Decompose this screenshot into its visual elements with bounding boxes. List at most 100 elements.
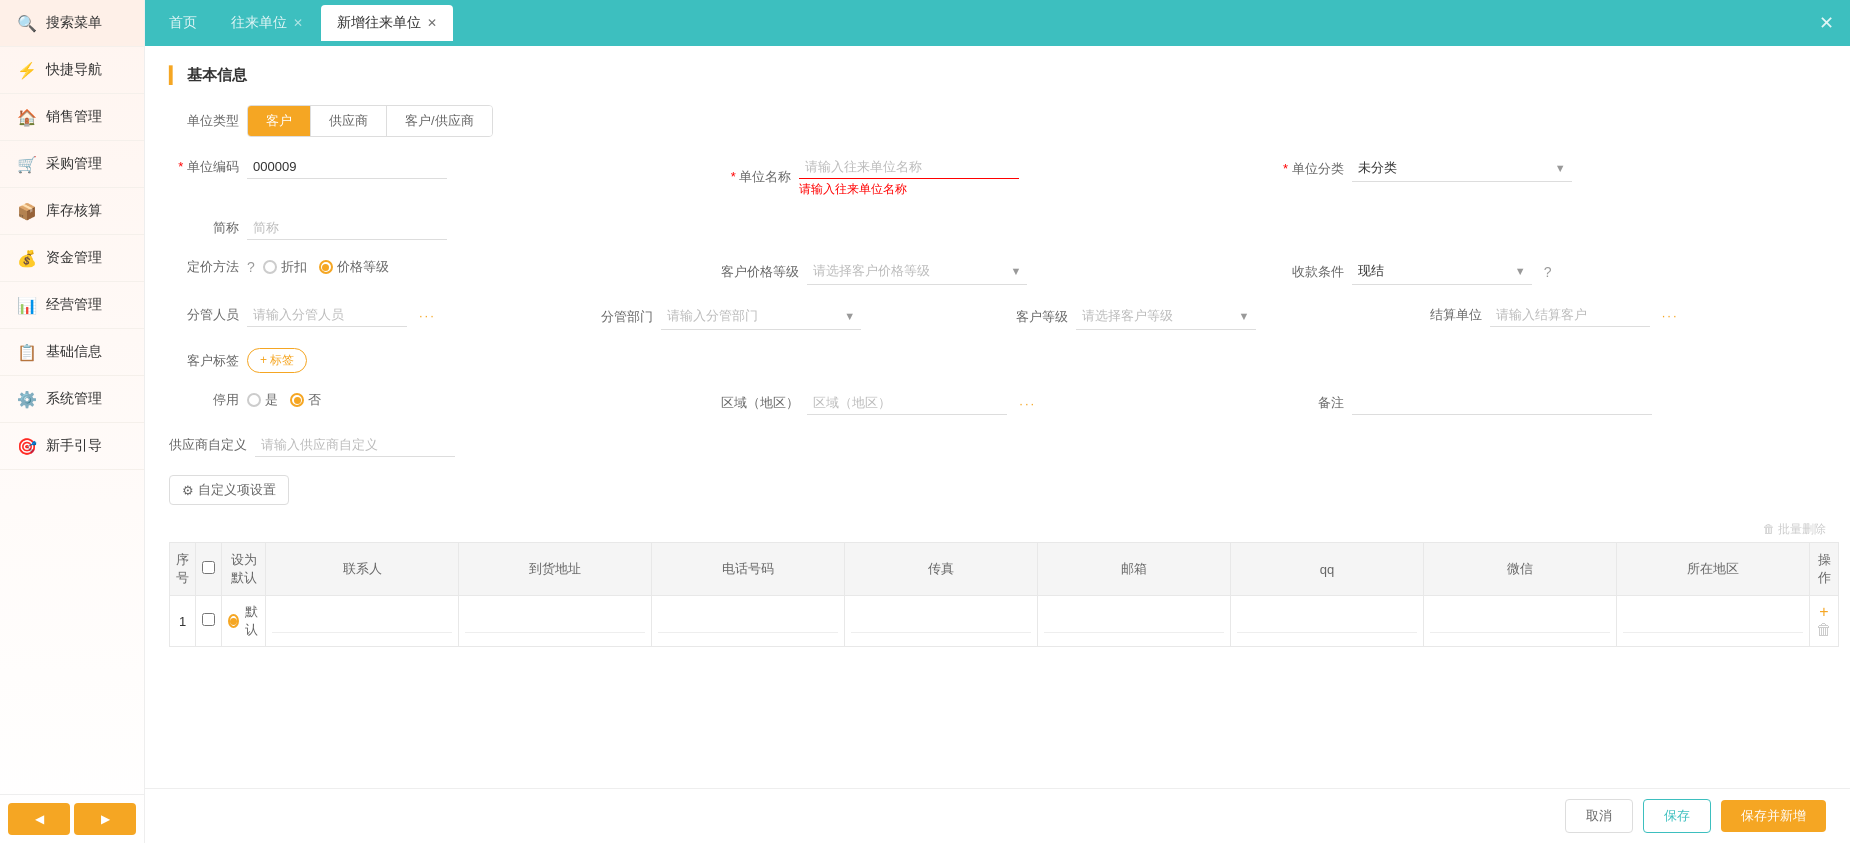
pricing-method-label: 定价方法 [169, 258, 239, 276]
type-btn-supplier[interactable]: 供应商 [311, 106, 387, 136]
manager-dots[interactable]: ··· [415, 308, 440, 323]
cell-qq[interactable] [1231, 596, 1424, 647]
qq-input[interactable] [1237, 609, 1417, 633]
default-radio[interactable]: 默认 [228, 603, 259, 639]
manager-input[interactable] [247, 303, 407, 327]
sidebar-item-sales[interactable]: 🏠 销售管理 [0, 94, 144, 141]
sidebar-item-operations[interactable]: 📊 经营管理 [0, 282, 144, 329]
batch-delete-text[interactable]: 🗑 批量删除 [169, 521, 1826, 538]
cell-seq: 1 [170, 596, 196, 647]
fax-input[interactable] [851, 609, 1031, 633]
unit-code-input[interactable] [247, 155, 447, 179]
tab-home[interactable]: 首页 [153, 5, 213, 41]
unit-name-input[interactable] [799, 155, 1019, 179]
disabled-no-radio[interactable]: 否 [290, 391, 321, 409]
tab-bar-close-button[interactable]: ✕ [1811, 12, 1842, 34]
cell-email[interactable] [1038, 596, 1231, 647]
unit-code-row: 单位编码 单位名称 请输入往来单位名称 单位分类 未分类 ▼ [169, 155, 1826, 198]
unit-category-value: 未分类 [1358, 159, 1397, 177]
cell-checkbox[interactable] [196, 596, 222, 647]
save-button[interactable]: 保存 [1643, 799, 1711, 833]
email-input[interactable] [1044, 609, 1224, 633]
pricing-help-icon[interactable]: ? [247, 259, 255, 275]
sidebar-bottom-btn2[interactable]: ▶ [74, 803, 136, 835]
sidebar-item-system[interactable]: ⚙️ 系统管理 [0, 376, 144, 423]
customer-level-select[interactable]: 请选择客户等级 ▼ [1076, 303, 1256, 330]
cell-phone[interactable] [652, 596, 845, 647]
type-btn-customer[interactable]: 客户 [248, 106, 311, 136]
select-all-checkbox[interactable] [202, 561, 215, 574]
tab-partner[interactable]: 往来单位 ✕ [215, 5, 319, 41]
pricing-discount-radio[interactable]: 折扣 [263, 258, 307, 276]
tab-partner-label: 往来单位 [231, 14, 287, 32]
disabled-no-label: 否 [308, 391, 321, 409]
sidebar-bottom-btn1[interactable]: ◀ [8, 803, 70, 835]
region-input[interactable] [807, 391, 1007, 415]
sidebar-item-finance[interactable]: 💰 资金管理 [0, 235, 144, 282]
main-area: 首页 往来单位 ✕ 新增往来单位 ✕ ✕ ▎ 基本信息 单位类型 客户 供应商 … [145, 0, 1850, 843]
payment-terms-field: 收款条件 现结 ▼ ? [1274, 258, 1826, 285]
department-field: 分管部门 请输入分管部门 ▼ [583, 303, 997, 330]
customer-price-level-field: 客户价格等级 请选择客户价格等级 ▼ [721, 258, 1273, 285]
wechat-input[interactable] [1430, 609, 1610, 633]
col-phone: 电话号码 [652, 543, 845, 596]
disabled-radio-group: 是 否 [247, 391, 321, 409]
short-name-input[interactable] [247, 216, 447, 240]
disabled-yes-radio[interactable]: 是 [247, 391, 278, 409]
settlement-unit-input[interactable] [1490, 303, 1650, 327]
region-table-input[interactable] [1623, 609, 1803, 633]
supplier-custom-input[interactable] [255, 433, 455, 457]
sidebar-item-purchase[interactable]: 🛒 采购管理 [0, 141, 144, 188]
inventory-icon: 📦 [16, 200, 38, 222]
cell-default[interactable]: 默认 [222, 596, 266, 647]
col-checkbox[interactable] [196, 543, 222, 596]
sidebar-item-guide[interactable]: 🎯 新手引导 [0, 423, 144, 470]
delete-row-button[interactable]: 🗑 [1816, 621, 1832, 639]
sidebar-item-quicknav[interactable]: ⚡ 快捷导航 [0, 47, 144, 94]
row-checkbox[interactable] [202, 613, 215, 626]
address-input[interactable] [465, 609, 645, 633]
col-qq: qq [1231, 543, 1424, 596]
sidebar-item-search[interactable]: 🔍 搜索菜单 [0, 0, 144, 47]
unit-name-wrapper: 请输入往来单位名称 [799, 155, 1273, 198]
add-tag-button[interactable]: + 标签 [247, 348, 307, 373]
cell-fax[interactable] [845, 596, 1038, 647]
disabled-yes-label: 是 [265, 391, 278, 409]
contacts-table: 序号 设为默认 联系人 到货地址 电话号码 传真 邮箱 qq 微信 所在地区 操… [169, 542, 1839, 647]
custom-settings-label: 自定义项设置 [198, 481, 276, 499]
pricing-radio-group: 折扣 价格等级 [263, 258, 389, 276]
department-select[interactable]: 请输入分管部门 ▼ [661, 303, 861, 330]
phone-input[interactable] [658, 609, 838, 633]
tab-new-partner-close[interactable]: ✕ [427, 16, 437, 30]
customer-price-level-label: 客户价格等级 [721, 263, 799, 281]
save-new-button[interactable]: 保存并新增 [1721, 800, 1826, 832]
payment-terms-select[interactable]: 现结 ▼ [1352, 258, 1532, 285]
customer-level-field: 客户等级 请选择客户等级 ▼ [998, 303, 1412, 330]
cell-address[interactable] [459, 596, 652, 647]
pricing-discount-circle [263, 260, 277, 274]
pricing-level-radio[interactable]: 价格等级 [319, 258, 389, 276]
custom-settings-button[interactable]: ⚙ 自定义项设置 [169, 475, 289, 505]
cancel-button[interactable]: 取消 [1565, 799, 1633, 833]
payment-help-icon[interactable]: ? [1544, 264, 1552, 280]
col-region: 所在地区 [1617, 543, 1810, 596]
remarks-input[interactable] [1352, 391, 1652, 415]
sidebar-item-basic[interactable]: 📋 基础信息 [0, 329, 144, 376]
customer-price-level-select[interactable]: 请选择客户价格等级 ▼ [807, 258, 1027, 285]
contact-input[interactable] [272, 609, 452, 633]
type-btn-both[interactable]: 客户/供应商 [387, 106, 492, 136]
sidebar-item-inventory[interactable]: 📦 库存核算 [0, 188, 144, 235]
cell-region[interactable] [1617, 596, 1810, 647]
unit-category-select[interactable]: 未分类 ▼ [1352, 155, 1572, 182]
cell-contact[interactable] [266, 596, 459, 647]
table-header: 序号 设为默认 联系人 到货地址 电话号码 传真 邮箱 qq 微信 所在地区 操… [170, 543, 1839, 596]
unit-name-inner [799, 155, 1273, 179]
add-row-button[interactable]: + [1819, 603, 1828, 621]
region-dots[interactable]: ··· [1015, 396, 1040, 411]
sidebar-label-quicknav: 快捷导航 [46, 61, 102, 79]
cell-wechat[interactable] [1424, 596, 1617, 647]
tab-partner-close[interactable]: ✕ [293, 16, 303, 30]
settlement-dots[interactable]: ··· [1658, 308, 1683, 323]
tab-new-partner[interactable]: 新增往来单位 ✕ [321, 5, 453, 41]
remarks-label: 备注 [1274, 394, 1344, 412]
